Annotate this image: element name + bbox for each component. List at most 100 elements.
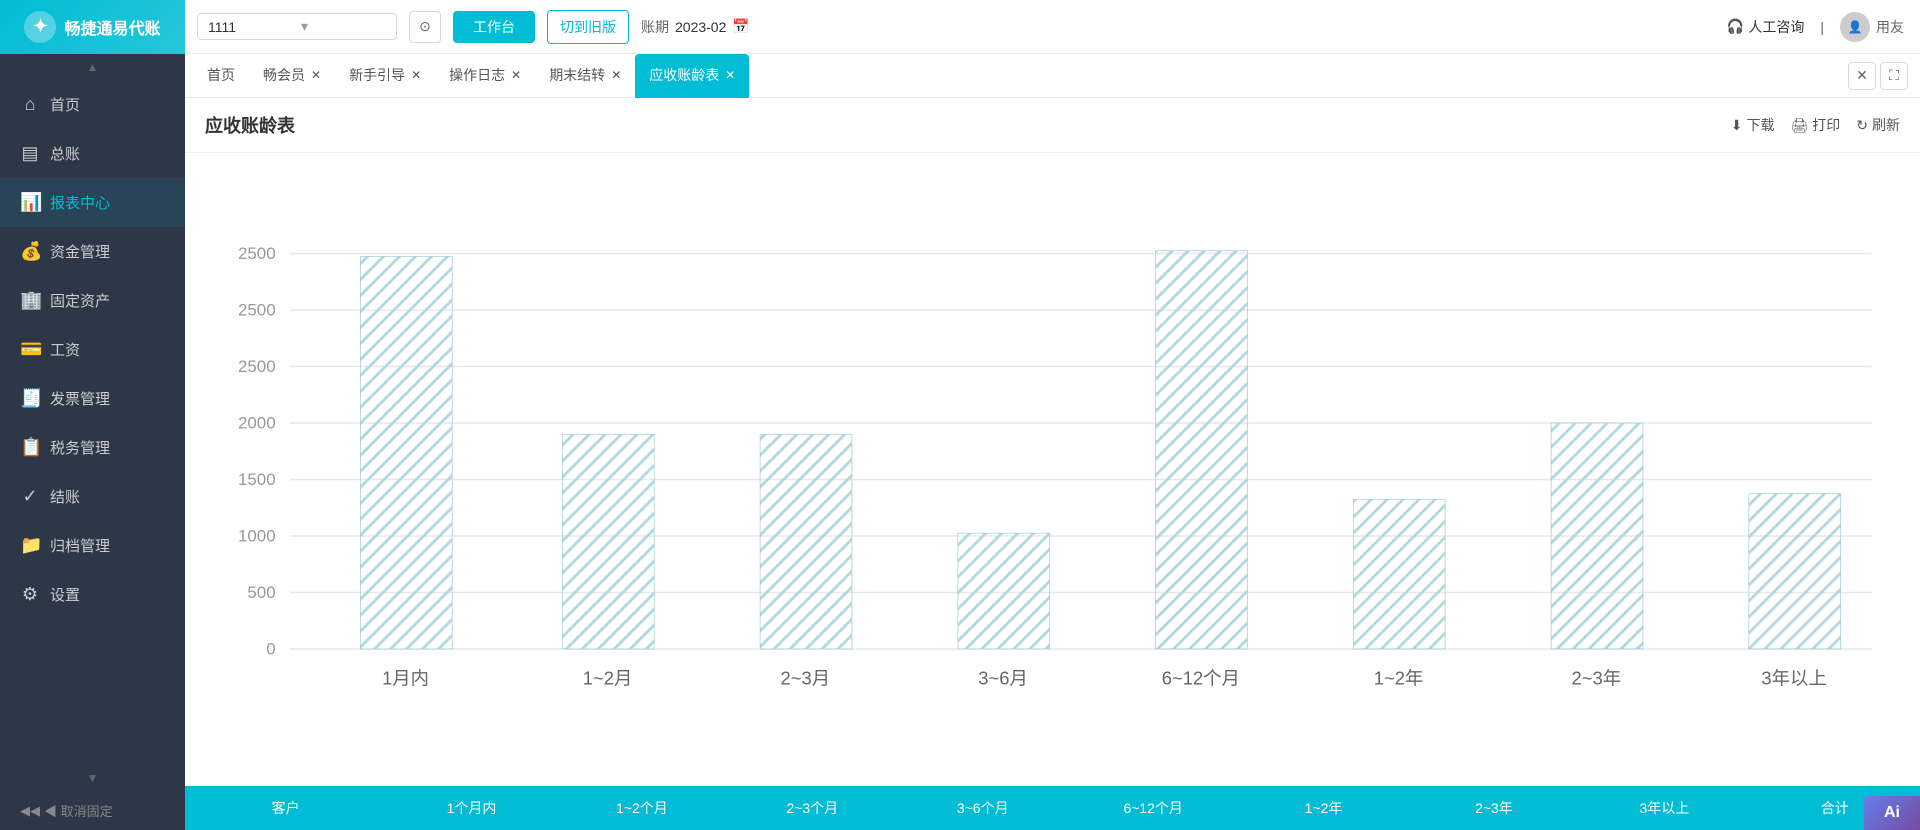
sidebar-item-reports[interactable]: 📊 报表中心 bbox=[0, 178, 185, 227]
cancel-fixed-icon: ◀◀ bbox=[20, 803, 40, 819]
copy-button[interactable]: ⊙ bbox=[409, 11, 441, 43]
dropdown-arrow-icon: ▾ bbox=[301, 18, 386, 35]
sidebar-item-archive[interactable]: 📁 归档管理 bbox=[0, 521, 185, 570]
tab-vip-close[interactable]: ✕ bbox=[311, 68, 321, 82]
settings-icon: ⚙ bbox=[20, 584, 40, 605]
tax-icon: 📋 bbox=[20, 437, 40, 458]
tab-oplog[interactable]: 操作日志 ✕ bbox=[435, 54, 535, 98]
sidebar-label-ledger: 总账 bbox=[50, 143, 80, 164]
period-value: 2023-02 bbox=[675, 19, 726, 35]
logo-text: 畅捷通易代账 bbox=[64, 15, 160, 39]
print-label: 打印 bbox=[1812, 115, 1840, 135]
svg-text:6~12个月: 6~12个月 bbox=[1162, 667, 1240, 688]
col-3plus-year: 3年以上 bbox=[1579, 798, 1749, 818]
bar-2-3year bbox=[1551, 423, 1643, 649]
download-button[interactable]: ⬇ 下载 bbox=[1731, 115, 1775, 135]
calendar-icon[interactable]: 📅 bbox=[732, 18, 749, 35]
cancel-fixed-label: ◀ 取消固定 bbox=[44, 801, 113, 820]
workbench-button[interactable]: 工作台 bbox=[453, 11, 535, 43]
tab-home-label: 首页 bbox=[207, 65, 235, 85]
tab-aging-close[interactable]: ✕ bbox=[725, 68, 735, 82]
sidebar-label-salary: 工资 bbox=[50, 339, 80, 360]
cancel-fixed-button[interactable]: ◀◀ ◀ 取消固定 bbox=[0, 791, 185, 830]
print-button[interactable]: 🖨 打印 bbox=[1790, 115, 1840, 135]
company-name: 1111 bbox=[208, 19, 293, 35]
avatar: 👤 bbox=[1840, 12, 1870, 42]
sidebar: ▲ ⌂ 首页 ▤ 总账 📊 报表中心 💰 资金管理 🏢 固定资产 💳 工资 🧾 bbox=[0, 54, 185, 830]
col-1-2month-label: 1~2个月 bbox=[616, 800, 668, 816]
consultation-label: 人工咨询 bbox=[1748, 17, 1804, 37]
tab-home[interactable]: 首页 bbox=[193, 54, 249, 98]
svg-text:2500: 2500 bbox=[238, 357, 276, 376]
bar-3-6month bbox=[958, 533, 1050, 649]
col-3-6month: 3~6个月 bbox=[898, 798, 1068, 818]
refresh-label: 刷新 bbox=[1872, 115, 1900, 135]
tab-period-end[interactable]: 期末结转 ✕ bbox=[535, 54, 635, 98]
tab-oplog-close[interactable]: ✕ bbox=[511, 68, 521, 82]
page-header: 应收账龄表 ⬇ 下载 🖨 打印 ↻ 刷新 bbox=[185, 98, 1920, 153]
consultation-area[interactable]: 🎧 人工咨询 bbox=[1727, 17, 1804, 37]
copy-icon: ⊙ bbox=[419, 18, 431, 35]
close-tab-button[interactable]: ✕ bbox=[1848, 62, 1876, 90]
scroll-up-icon[interactable]: ▲ bbox=[87, 60, 99, 74]
tab-guide-close[interactable]: ✕ bbox=[411, 68, 421, 82]
col-1-2year-label: 1~2年 bbox=[1305, 800, 1343, 816]
sidebar-item-invoices[interactable]: 🧾 发票管理 bbox=[0, 374, 185, 423]
invoices-icon: 🧾 bbox=[20, 388, 40, 409]
svg-text:500: 500 bbox=[247, 583, 275, 602]
sidebar-label-archive: 归档管理 bbox=[50, 535, 110, 556]
home-icon: ⌂ bbox=[20, 94, 40, 115]
sidebar-item-ledger[interactable]: ▤ 总账 bbox=[0, 129, 185, 178]
sidebar-item-settle[interactable]: ✓ 结账 bbox=[0, 472, 185, 521]
sidebar-item-assets[interactable]: 🏢 固定资产 bbox=[0, 276, 185, 325]
tab-period-end-close[interactable]: ✕ bbox=[611, 68, 621, 82]
maximize-tab-button[interactable]: ⛶ bbox=[1880, 62, 1908, 90]
sidebar-item-home[interactable]: ⌂ 首页 bbox=[0, 80, 185, 129]
bar-1-2month bbox=[562, 434, 654, 649]
salary-icon: 💳 bbox=[20, 339, 40, 360]
svg-text:2500: 2500 bbox=[238, 244, 276, 263]
ai-badge[interactable]: Ai bbox=[1864, 796, 1920, 830]
bar-2-3month bbox=[760, 434, 852, 649]
bar-6-12month bbox=[1156, 251, 1248, 649]
download-label: 下载 bbox=[1746, 115, 1774, 135]
sidebar-label-reports: 报表中心 bbox=[50, 192, 110, 213]
bar-1-2year bbox=[1353, 499, 1445, 649]
assets-icon: 🏢 bbox=[20, 290, 40, 311]
sidebar-label-home: 首页 bbox=[50, 94, 80, 115]
content-area: 首页 畅会员 ✕ 新手引导 ✕ 操作日志 ✕ 期末结转 ✕ 应收账龄表 ✕ bbox=[185, 54, 1920, 830]
svg-text:2500: 2500 bbox=[238, 301, 276, 320]
svg-text:3年以上: 3年以上 bbox=[1761, 667, 1826, 688]
svg-text:0: 0 bbox=[266, 640, 275, 659]
col-3-6month-label: 3~6个月 bbox=[957, 800, 1009, 816]
bar-1month bbox=[360, 256, 452, 649]
sidebar-item-settings[interactable]: ⚙ 设置 bbox=[0, 570, 185, 619]
sidebar-label-settings: 设置 bbox=[50, 584, 80, 605]
ai-badge-label: Ai bbox=[1884, 804, 1900, 821]
user-area[interactable]: 👤 用友 bbox=[1840, 12, 1904, 42]
sidebar-item-salary[interactable]: 💳 工资 bbox=[0, 325, 185, 374]
scroll-down-icon[interactable]: ▼ bbox=[87, 771, 99, 785]
refresh-button[interactable]: ↻ 刷新 bbox=[1856, 115, 1900, 135]
svg-text:2000: 2000 bbox=[238, 414, 276, 433]
sidebar-item-funds[interactable]: 💰 资金管理 bbox=[0, 227, 185, 276]
company-selector[interactable]: 1111 ▾ bbox=[197, 13, 397, 40]
col-customer-label: 客户 bbox=[272, 800, 300, 816]
svg-text:2~3年: 2~3年 bbox=[1572, 667, 1622, 688]
sidebar-item-tax[interactable]: 📋 税务管理 bbox=[0, 423, 185, 472]
svg-text:1~2月: 1~2月 bbox=[583, 667, 633, 688]
settle-icon: ✓ bbox=[20, 486, 40, 507]
col-1-2month: 1~2个月 bbox=[557, 798, 727, 818]
page-actions: ⬇ 下载 🖨 打印 ↻ 刷新 bbox=[1731, 115, 1900, 135]
funds-icon: 💰 bbox=[20, 241, 40, 262]
table-header: 客户 1个月内 1~2个月 2~3个月 3~6个月 6~12个月 bbox=[185, 786, 1920, 830]
switch-version-button[interactable]: 切到旧版 bbox=[547, 10, 629, 44]
bar-3plus-year bbox=[1749, 494, 1841, 649]
tab-guide[interactable]: 新手引导 ✕ bbox=[335, 54, 435, 98]
sidebar-label-assets: 固定资产 bbox=[50, 290, 110, 311]
tab-aging[interactable]: 应收账龄表 ✕ bbox=[635, 54, 749, 98]
sidebar-label-tax: 税务管理 bbox=[50, 437, 110, 458]
col-1-2year: 1~2年 bbox=[1238, 798, 1408, 818]
tab-vip[interactable]: 畅会员 ✕ bbox=[249, 54, 335, 98]
reports-icon: 📊 bbox=[20, 192, 40, 213]
